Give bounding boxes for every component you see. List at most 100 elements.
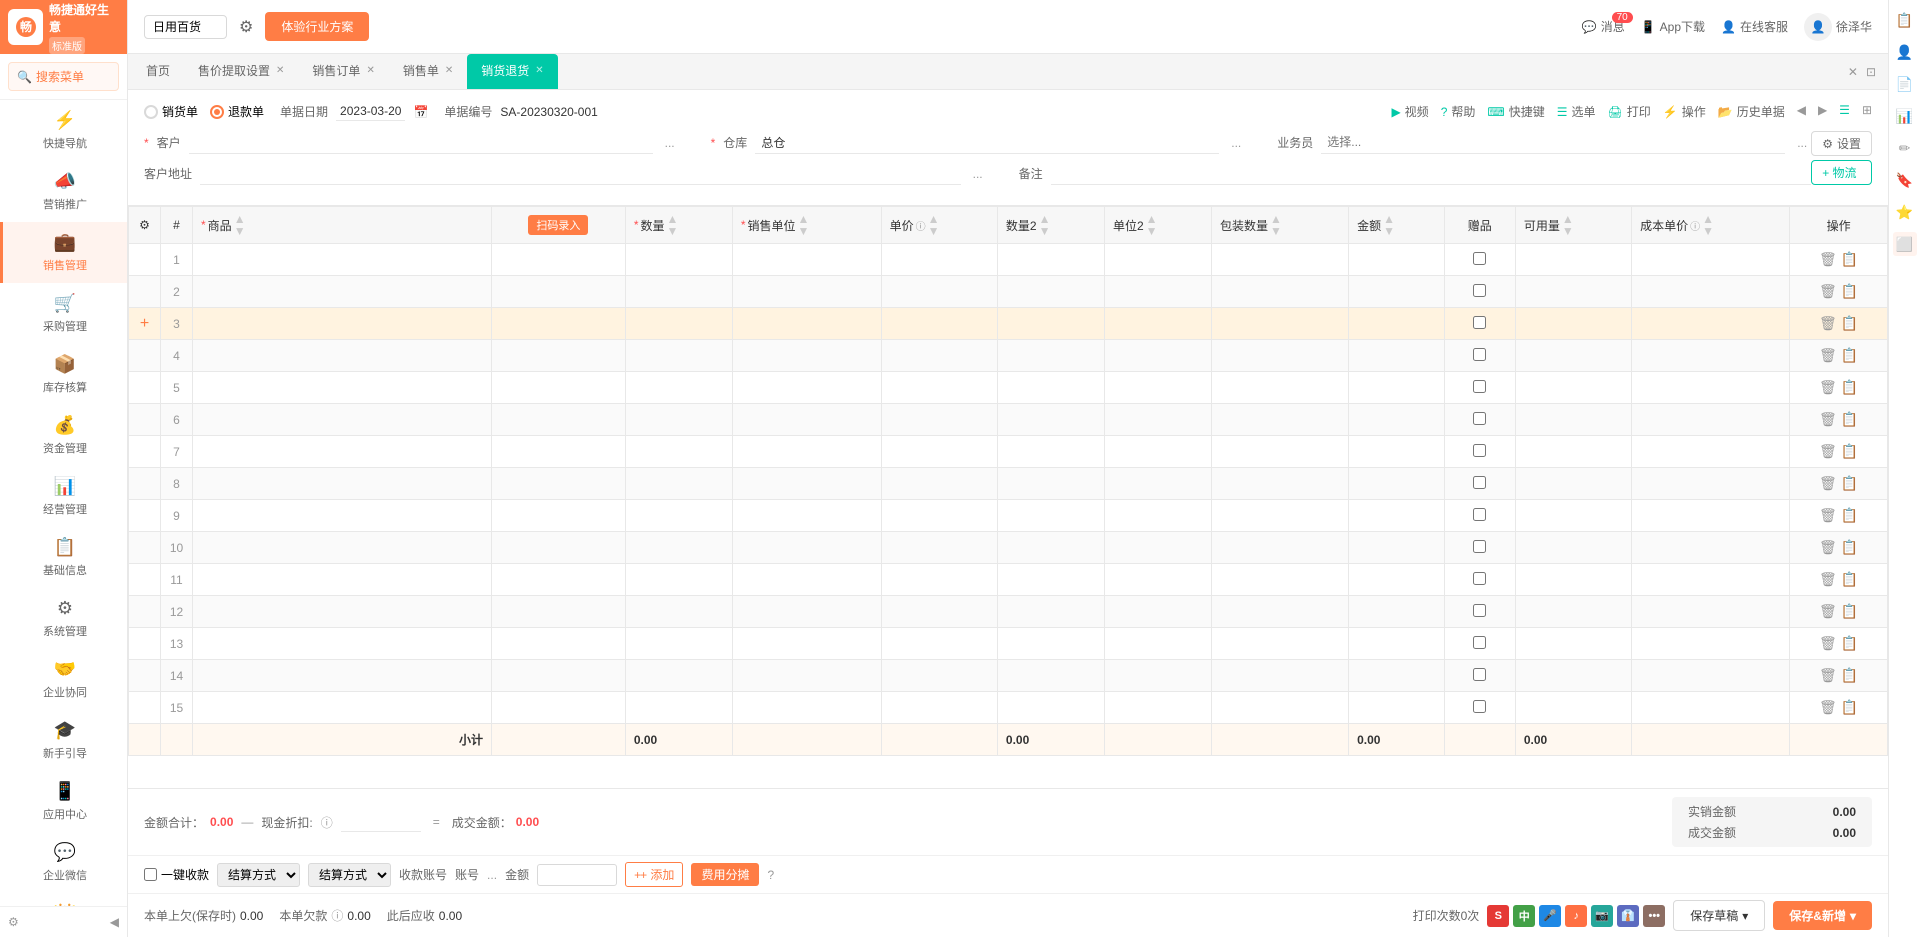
salesperson-input[interactable] <box>1321 131 1785 154</box>
salesperson-dots[interactable]: ... <box>1793 136 1811 150</box>
unit2-cell-3[interactable] <box>1104 308 1211 340</box>
cost-price-cell-14[interactable] <box>1632 660 1790 692</box>
amount-cell-5[interactable] <box>1349 372 1444 404</box>
product-cell-13[interactable] <box>193 628 492 660</box>
delete-row-14[interactable]: 🗑 <box>1819 667 1837 684</box>
gift-cell-7[interactable] <box>1444 436 1515 468</box>
delete-row-4[interactable]: 🗑 <box>1819 347 1837 364</box>
amount-cell-3[interactable] <box>1349 308 1444 340</box>
copy-row-3[interactable]: 📋 <box>1841 315 1858 332</box>
copy-row-14[interactable]: 📋 <box>1841 667 1858 684</box>
close-icon[interactable]: ✕ <box>366 65 374 76</box>
copy-row-8[interactable]: 📋 <box>1841 475 1858 492</box>
gift-checkbox-3[interactable] <box>1473 316 1486 329</box>
product-cell-14[interactable] <box>193 660 492 692</box>
maximize-icon[interactable]: ⊡ <box>1866 65 1876 79</box>
sales-unit-cell-11[interactable] <box>732 564 881 596</box>
collapse-icon[interactable]: ◀ <box>110 915 119 929</box>
cost-price-cell-2[interactable] <box>1632 276 1790 308</box>
customer-dots[interactable]: ... <box>661 136 679 150</box>
available-cell-8[interactable] <box>1515 468 1631 500</box>
delete-row-5[interactable]: 🗑 <box>1819 379 1837 396</box>
copy-row-10[interactable]: 📋 <box>1841 539 1858 556</box>
unit-price-cell-13[interactable] <box>881 628 997 660</box>
gift-checkbox-10[interactable] <box>1473 540 1486 553</box>
delete-row-15[interactable]: 🗑 <box>1819 699 1837 716</box>
sales-unit-cell-6[interactable] <box>732 404 881 436</box>
gift-checkbox-15[interactable] <box>1473 700 1486 713</box>
pack-qty-cell-15[interactable] <box>1211 692 1348 724</box>
module-select[interactable]: 日用百货 <box>144 15 227 39</box>
amount-input[interactable] <box>537 864 617 886</box>
cost-price-cell-1[interactable] <box>1632 244 1790 276</box>
sidebar-item-operations[interactable]: 📊 经营管理 <box>0 466 127 527</box>
qty2-cell-12[interactable] <box>997 596 1104 628</box>
product-cell-12[interactable] <box>193 596 492 628</box>
tab-sales-return[interactable]: 销货退货 ✕ <box>467 54 557 89</box>
sales-unit-cell-15[interactable] <box>732 692 881 724</box>
available-cell-13[interactable] <box>1515 628 1631 660</box>
date-value[interactable]: 2023-03-20 <box>336 102 405 121</box>
th-gear[interactable]: ⚙ <box>129 207 161 244</box>
calendar-icon[interactable]: 📅 <box>413 105 428 119</box>
amount-cell-11[interactable] <box>1349 564 1444 596</box>
product-cell-2[interactable] <box>193 276 492 308</box>
pack-qty-cell-12[interactable] <box>1211 596 1348 628</box>
amount-cell-7[interactable] <box>1349 436 1444 468</box>
pack-qty-cell-4[interactable] <box>1211 340 1348 372</box>
unit-price-cell-3[interactable] <box>881 308 997 340</box>
delete-row-7[interactable]: 🗑 <box>1819 443 1837 460</box>
cost-price-cell-3[interactable] <box>1632 308 1790 340</box>
minimize-icon[interactable]: ✕ <box>1848 65 1858 79</box>
fenpei-help-icon[interactable]: ? <box>767 868 774 882</box>
sidebar-item-sales[interactable]: 💼 销售管理 <box>0 222 127 283</box>
copy-row-11[interactable]: 📋 <box>1841 571 1858 588</box>
prev-doc-icon[interactable]: ◀ <box>1797 103 1806 120</box>
sales-unit-cell-10[interactable] <box>732 532 881 564</box>
qty-cell-2[interactable] <box>625 276 732 308</box>
unit-price-cell-7[interactable] <box>881 436 997 468</box>
available-cell-11[interactable] <box>1515 564 1631 596</box>
gift-cell-2[interactable] <box>1444 276 1515 308</box>
th-barcode[interactable]: 扫码录入 <box>491 207 625 244</box>
gift-checkbox-6[interactable] <box>1473 412 1486 425</box>
customer-input[interactable] <box>189 131 653 154</box>
app-download-button[interactable]: 📱 App下载 <box>1641 18 1705 35</box>
message-button[interactable]: 💬 消息 70 <box>1582 18 1625 35</box>
pack-qty-cell-9[interactable] <box>1211 500 1348 532</box>
qty-cell-4[interactable] <box>625 340 732 372</box>
discount-help-icon[interactable]: ⓘ <box>321 814 333 831</box>
qty2-cell-2[interactable] <box>997 276 1104 308</box>
sales-unit-cell-4[interactable] <box>732 340 881 372</box>
cost-price-cell-4[interactable] <box>1632 340 1790 372</box>
sales-unit-cell-14[interactable] <box>732 660 881 692</box>
gift-cell-6[interactable] <box>1444 404 1515 436</box>
gift-cell-10[interactable] <box>1444 532 1515 564</box>
amount-cell-10[interactable] <box>1349 532 1444 564</box>
right-icon-8[interactable]: ⬜ <box>1893 232 1917 256</box>
one-click-payment-checkbox[interactable]: 一键收款 <box>144 866 209 883</box>
qty2-cell-8[interactable] <box>997 468 1104 500</box>
pack-qty-cell-1[interactable] <box>1211 244 1348 276</box>
qty2-cell-15[interactable] <box>997 692 1104 724</box>
gift-checkbox-14[interactable] <box>1473 668 1486 681</box>
cost-price-cell-15[interactable] <box>1632 692 1790 724</box>
delete-row-12[interactable]: 🗑 <box>1819 603 1837 620</box>
qty2-cell-3[interactable] <box>997 308 1104 340</box>
copy-row-5[interactable]: 📋 <box>1841 379 1858 396</box>
pack-qty-cell-14[interactable] <box>1211 660 1348 692</box>
available-cell-5[interactable] <box>1515 372 1631 404</box>
gift-cell-13[interactable] <box>1444 628 1515 660</box>
account-dots[interactable]: ... <box>487 868 497 882</box>
debt-help-icon[interactable]: ⓘ <box>331 907 343 924</box>
unit2-cell-14[interactable] <box>1104 660 1211 692</box>
add-payment-button[interactable]: + + 添加 <box>625 862 683 887</box>
fenpei-button[interactable]: 费用分摊 <box>691 863 759 886</box>
video-btn[interactable]: ▶ 视频 <box>1391 103 1428 120</box>
cost-price-cell-6[interactable] <box>1632 404 1790 436</box>
cash-discount-input[interactable] <box>341 813 421 832</box>
gift-cell-1[interactable] <box>1444 244 1515 276</box>
cost-price-cell-13[interactable] <box>1632 628 1790 660</box>
qty-cell-14[interactable] <box>625 660 732 692</box>
radio-sales[interactable]: 销货单 <box>144 103 198 120</box>
